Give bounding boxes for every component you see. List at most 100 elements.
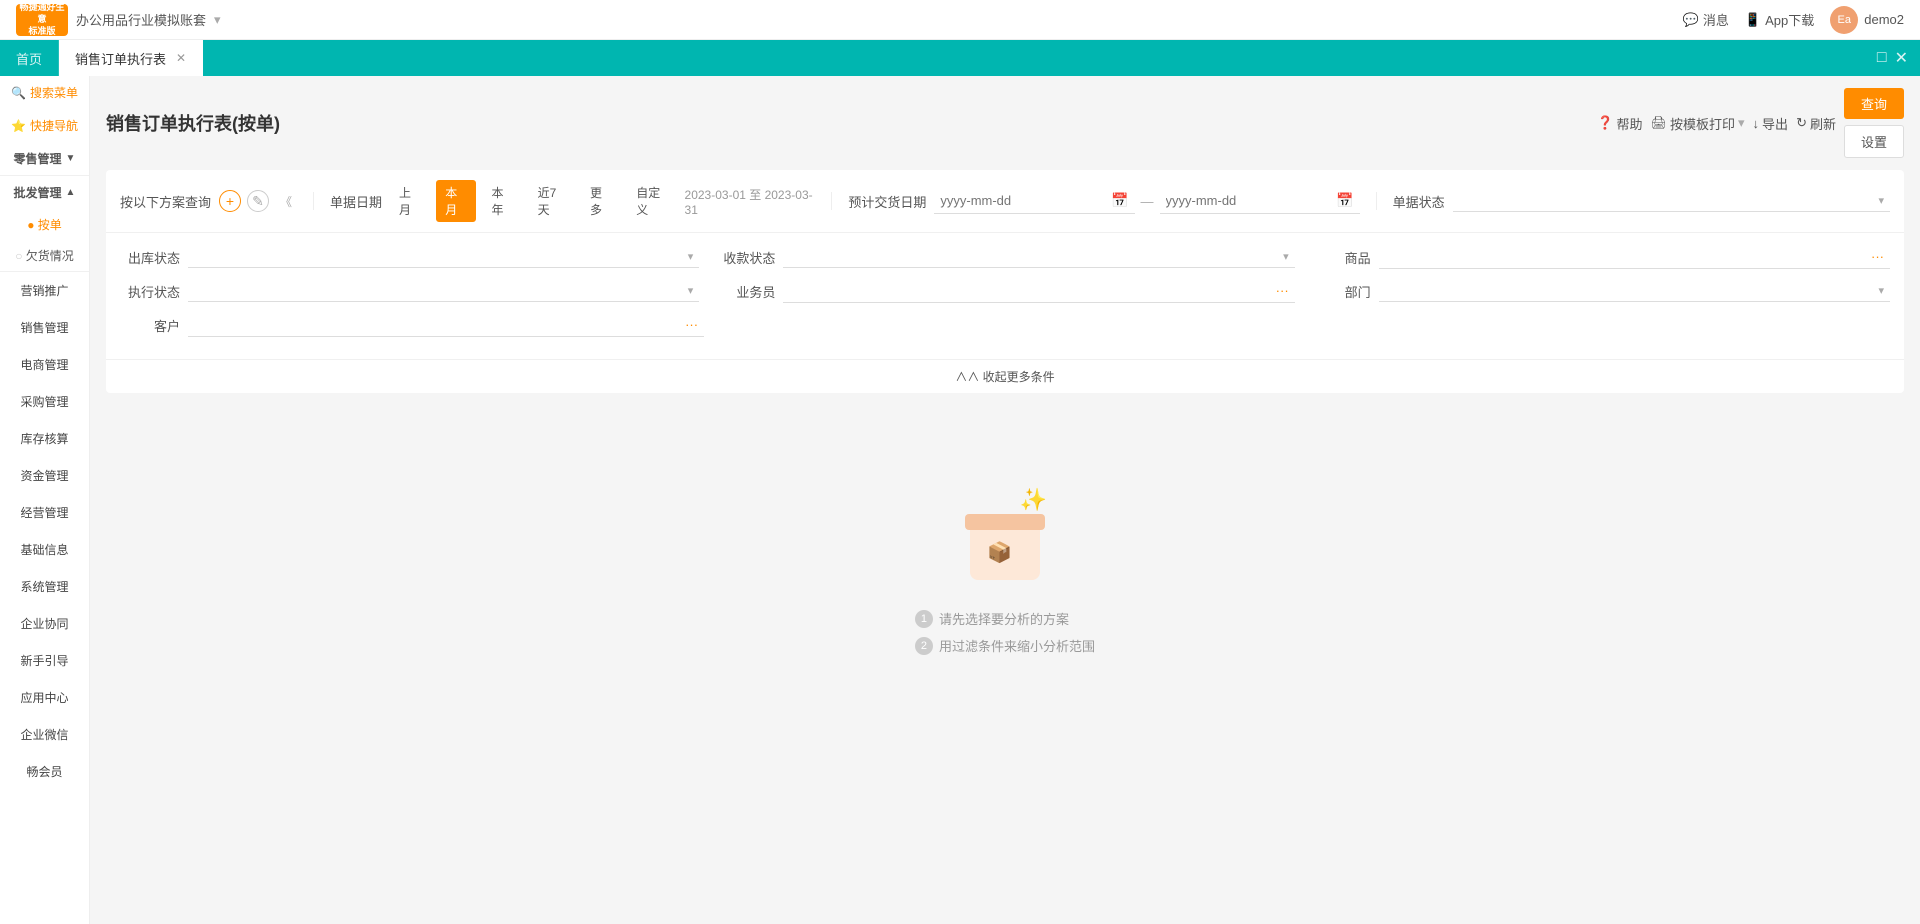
page-content: 销售订单执行表(按单) ❓ 帮助 🖨 按模板打印 ▾ ↓ 导出 bbox=[90, 76, 1920, 924]
message-icon: 💬 bbox=[1683, 12, 1699, 28]
sidebar-item-enterprise[interactable]: 企业协同 bbox=[0, 605, 89, 642]
system-dropdown-icon[interactable]: ▾ bbox=[214, 12, 221, 28]
sidebar-item-marketing[interactable]: 营销推广 bbox=[0, 272, 89, 309]
step2-text: 用过滤条件来缩小分析范围 bbox=[939, 636, 1095, 655]
page-actions: ❓ 帮助 🖨 按模板打印 ▾ ↓ 导出 ↻ 刷新 bbox=[1597, 88, 1904, 158]
filter-field-outbound-status: 出库状态 ▾ bbox=[120, 246, 699, 268]
date-btn-this-month[interactable]: 本月 bbox=[436, 180, 476, 222]
exec-status-select[interactable]: ▾ bbox=[188, 280, 699, 302]
print-dropdown-icon[interactable]: ▾ bbox=[1738, 115, 1745, 131]
tab-close-icon[interactable]: ✕ bbox=[176, 51, 186, 65]
chevron-up-icon: ▲ bbox=[66, 187, 76, 198]
payment-status-label: 收款状态 bbox=[715, 248, 775, 267]
exec-chevron-icon: ▾ bbox=[688, 284, 694, 297]
chevron-down-icon: ▼ bbox=[66, 153, 76, 164]
sidebar-item-purchase[interactable]: 采购管理 bbox=[0, 383, 89, 420]
filter-row-2: 执行状态 ▾ 业务员 ··· bbox=[120, 279, 1890, 303]
header-right: 💬 消息 📱 App下载 Ea demo2 bbox=[1683, 6, 1904, 34]
collapse-scheme-btn[interactable]: 《 bbox=[275, 190, 297, 212]
help-icon: ❓ bbox=[1597, 115, 1613, 131]
order-status-select[interactable]: ▾ bbox=[1453, 190, 1890, 212]
page-title-bar: 销售订单执行表(按单) ❓ 帮助 🖨 按模板打印 ▾ ↓ 导出 bbox=[106, 88, 1904, 158]
payment-chevron-icon: ▾ bbox=[1283, 250, 1289, 263]
tab-close-btn[interactable]: ✕ bbox=[1895, 48, 1908, 68]
filter-actions-row: + ✎ 《 bbox=[219, 190, 297, 212]
outbound-status-select[interactable]: ▾ bbox=[188, 246, 699, 268]
tab-sales-order-label: 销售订单执行表 bbox=[75, 49, 166, 68]
user-info[interactable]: Ea demo2 bbox=[1830, 6, 1904, 34]
date-btn-this-year[interactable]: 本年 bbox=[482, 180, 522, 222]
date-btn-last-month[interactable]: 上月 bbox=[390, 180, 430, 222]
collapse-bar[interactable]: ∧∧ 收起更多条件 bbox=[106, 359, 1904, 393]
app-download-btn[interactable]: 📱 App下载 bbox=[1745, 10, 1814, 29]
logo[interactable]: 畅捷通好生意 标准版 bbox=[16, 4, 68, 36]
empty-step-1: 1 请先选择要分析的方案 bbox=[915, 609, 1069, 628]
export-icon: ↓ bbox=[1753, 116, 1760, 131]
tab-minimize-btn[interactable]: □ bbox=[1877, 49, 1887, 67]
start-date-input[interactable] bbox=[940, 193, 1107, 208]
collapse-icon: ∧∧ bbox=[955, 370, 979, 384]
top-header: 畅捷通好生意 标准版 办公用品行业模拟账套 ▾ 💬 消息 📱 App下载 Ea … bbox=[0, 0, 1920, 40]
filter-body: 出库状态 ▾ 收款状态 ▾ bbox=[106, 233, 1904, 359]
sidebar-group-wholesale: 批发管理 ▲ ● 按单 ○ 欠货情况 bbox=[0, 176, 89, 272]
sidebar-item-sales[interactable]: 销售管理 bbox=[0, 309, 89, 346]
page-title: 销售订单执行表(按单) bbox=[106, 110, 280, 136]
sidebar-item-ecommerce[interactable]: 电商管理 bbox=[0, 346, 89, 383]
sidebar-subitem-欠货情况[interactable]: ○ 欠货情况 bbox=[0, 240, 89, 271]
header-left: 畅捷通好生意 标准版 办公用品行业模拟账套 ▾ bbox=[16, 4, 221, 36]
help-btn[interactable]: ❓ 帮助 bbox=[1597, 114, 1642, 133]
export-btn[interactable]: ↓ 导出 bbox=[1753, 114, 1789, 133]
customer-label: 客户 bbox=[120, 316, 180, 335]
sidebar-item-inventory[interactable]: 库存核算 bbox=[0, 420, 89, 457]
step1-text: 请先选择要分析的方案 bbox=[939, 609, 1069, 628]
filter-field-salesperson: 业务员 ··· bbox=[715, 279, 1294, 303]
date-btn-more[interactable]: 更多 bbox=[581, 180, 621, 222]
sidebar-item-tutorial[interactable]: 新手引导 bbox=[0, 642, 89, 679]
date-btn-7days[interactable]: 近7天 bbox=[529, 180, 575, 222]
empty-step-2: 2 用过滤条件来缩小分析范围 bbox=[915, 636, 1095, 655]
product-dots-btn[interactable]: ··· bbox=[1871, 249, 1884, 264]
sidebar-item-basic-info[interactable]: 基础信息 bbox=[0, 531, 89, 568]
end-date-input-box[interactable]: 📅 bbox=[1160, 188, 1360, 214]
calendar-start-icon[interactable]: 📅 bbox=[1111, 192, 1128, 209]
calendar-end-icon[interactable]: 📅 bbox=[1336, 192, 1353, 209]
edit-scheme-btn[interactable]: ✎ bbox=[247, 190, 269, 212]
add-scheme-btn[interactable]: + bbox=[219, 190, 241, 212]
tab-home[interactable]: 首页 bbox=[0, 40, 59, 76]
sidebar-subitem-按单[interactable]: ● 按单 bbox=[0, 209, 89, 240]
tab-home-label: 首页 bbox=[16, 49, 42, 68]
order-status-chevron-icon: ▾ bbox=[1878, 194, 1884, 207]
sidebar-item-membership[interactable]: 畅会员 bbox=[0, 753, 89, 790]
payment-status-select[interactable]: ▾ bbox=[783, 246, 1294, 268]
filter-field-exec-status: 执行状态 ▾ bbox=[120, 280, 699, 302]
print-btn[interactable]: 🖨 按模板打印 ▾ bbox=[1650, 114, 1744, 133]
circle-icon: ○ bbox=[15, 249, 22, 263]
active-dot-icon: ● bbox=[27, 218, 34, 232]
sidebar-item-operations[interactable]: 经营管理 bbox=[0, 494, 89, 531]
filter-scheme-label: 按以下方案查询 bbox=[120, 192, 211, 211]
sidebar-item-appstore[interactable]: 应用中心 bbox=[0, 679, 89, 716]
start-date-input-box[interactable]: 📅 bbox=[934, 188, 1134, 214]
query-button[interactable]: 查询 bbox=[1844, 88, 1904, 119]
refresh-btn[interactable]: ↻ 刷新 bbox=[1796, 114, 1836, 133]
sidebar-item-wechat[interactable]: 企业微信 bbox=[0, 716, 89, 753]
sidebar-item-retail[interactable]: 零售管理 ▼ bbox=[0, 142, 89, 175]
sidebar-search[interactable]: 🔍 搜索菜单 bbox=[0, 76, 89, 109]
department-select[interactable]: ▾ bbox=[1379, 280, 1890, 302]
empty-text-container: 1 请先选择要分析的方案 2 用过滤条件来缩小分析范围 bbox=[915, 609, 1095, 655]
tab-bar: 首页 销售订单执行表 ✕ □ ✕ bbox=[0, 40, 1920, 76]
message-btn[interactable]: 💬 消息 bbox=[1683, 10, 1729, 29]
end-date-input[interactable] bbox=[1166, 193, 1333, 208]
sidebar: 🔍 搜索菜单 ⭐ 快捷导航 零售管理 ▼ 批发管理 ▲ ● 按单 ○ 欠 bbox=[0, 76, 90, 924]
salesperson-dots-btn[interactable]: ··· bbox=[1276, 283, 1289, 298]
date-btn-custom[interactable]: 自定义 bbox=[627, 180, 678, 222]
app-icon: 📱 bbox=[1745, 12, 1761, 28]
sidebar-item-system[interactable]: 系统管理 bbox=[0, 568, 89, 605]
sidebar-item-finance[interactable]: 资金管理 bbox=[0, 457, 89, 494]
sidebar-quick-nav[interactable]: ⭐ 快捷导航 bbox=[0, 109, 89, 142]
tab-sales-order[interactable]: 销售订单执行表 ✕ bbox=[59, 40, 203, 76]
settings-button[interactable]: 设置 bbox=[1844, 125, 1904, 158]
customer-dots-btn[interactable]: ··· bbox=[685, 317, 698, 332]
printer-icon: 🖨 bbox=[1650, 115, 1667, 131]
sidebar-item-wholesale[interactable]: 批发管理 ▲ bbox=[0, 176, 89, 209]
